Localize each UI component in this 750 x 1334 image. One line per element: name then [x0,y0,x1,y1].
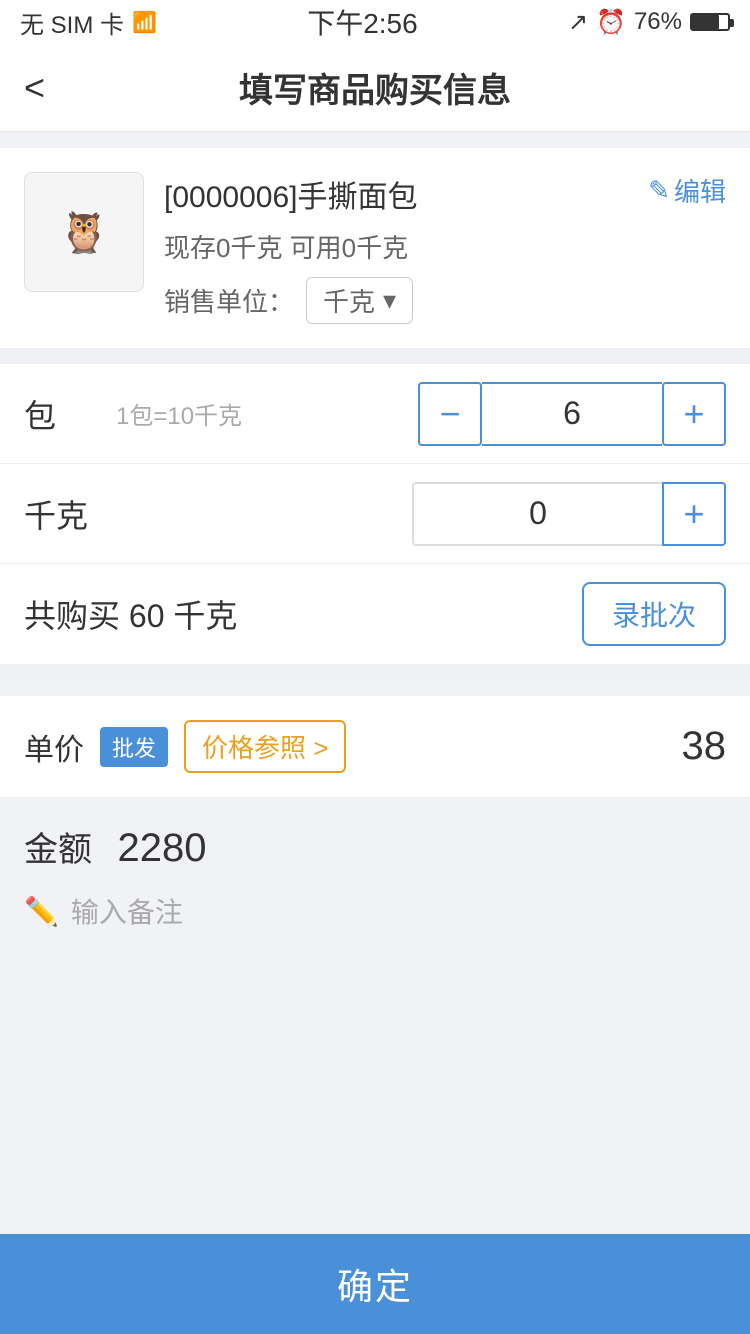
bag-quantity-control: − + [418,382,726,446]
kg-quantity-control: + [412,482,726,546]
kg-label: 千克 [24,491,104,537]
batch-button[interactable]: 录批次 [582,582,726,646]
nav-bar: < 填写商品购买信息 [0,44,750,132]
bag-plus-button[interactable]: + [662,382,726,446]
kg-plus-button[interactable]: + [662,482,726,546]
pencil-icon: ✏️ [24,895,59,928]
product-info: [0000006]手撕面包 现存0千克 可用0千克 销售单位： 千克 ▾ [164,172,726,324]
amount-label: 金额 [24,831,92,869]
unit-label: 销售单位： [164,282,294,319]
kg-quantity-input[interactable] [412,482,662,546]
carrier-text: 无 SIM 卡 [20,5,124,40]
product-image: 🦉 [24,172,144,292]
amount-row: 金额 2280 [24,822,726,871]
bag-label: 包 [24,391,104,437]
status-time: 下午2:56 [307,2,418,42]
input-section: 包 1包=10千克 − + 千克 + 共购买 60 千克 录批次 [0,364,750,664]
status-right: ↗ ⏰ 76% [568,8,730,37]
location-icon: ↗ [568,8,588,37]
battery-icon [690,13,730,31]
status-left: 无 SIM 卡 📶 [20,5,157,40]
alarm-icon: ⏰ [596,8,626,37]
summary-row: 共购买 60 千克 录批次 [0,564,750,664]
price-value: 38 [682,724,727,769]
remark-row[interactable]: ✏️ 输入备注 [24,891,726,931]
price-tag: 批发 [100,727,168,767]
remark-placeholder[interactable]: 输入备注 [71,891,183,931]
section-separator [0,348,750,364]
status-bar: 无 SIM 卡 📶 下午2:56 ↗ ⏰ 76% [0,0,750,44]
page-title: 填写商品购买信息 [239,63,511,112]
product-logo: 🦉 [59,209,109,256]
product-card: 🦉 [0000006]手撕面包 现存0千克 可用0千克 销售单位： 千克 ▾ ✎… [0,148,750,348]
unit-value: 千克 [323,282,375,319]
bag-row: 包 1包=10千克 − + [0,364,750,464]
price-label: 单价 [24,725,84,769]
edit-icon: ✎ [648,175,670,206]
edit-label: 编辑 [674,172,726,209]
battery-text: 76% [634,8,682,36]
bag-quantity-input[interactable] [482,382,662,446]
price-row: 单价 批发 价格参照 > 38 [0,696,750,798]
product-name: [0000006]手撕面包 [164,172,726,216]
bag-sublabel: 1包=10千克 [116,396,418,431]
unit-selector[interactable]: 千克 ▾ [306,277,413,324]
product-stock: 现存0千克 可用0千克 [164,228,726,265]
price-section: 单价 批发 价格参照 > 38 [0,696,750,798]
amount-section: 金额 2280 ✏️ 输入备注 [0,798,750,955]
summary-text: 共购买 60 千克 [24,591,237,637]
price-ref-button[interactable]: 价格参照 > [184,720,346,773]
bag-minus-button[interactable]: − [418,382,482,446]
confirm-button[interactable]: 确定 [0,1234,750,1334]
kg-row: 千克 + [0,464,750,564]
section-separator-2 [0,664,750,680]
amount-value: 2280 [117,826,206,870]
edit-button[interactable]: ✎ 编辑 [648,172,726,209]
back-button[interactable]: < [24,67,45,109]
wifi-icon: 📶 [132,10,157,35]
product-unit-row: 销售单位： 千克 ▾ [164,277,726,324]
chevron-down-icon: ▾ [383,285,396,316]
bottom-bar: 确定 [0,1234,750,1334]
